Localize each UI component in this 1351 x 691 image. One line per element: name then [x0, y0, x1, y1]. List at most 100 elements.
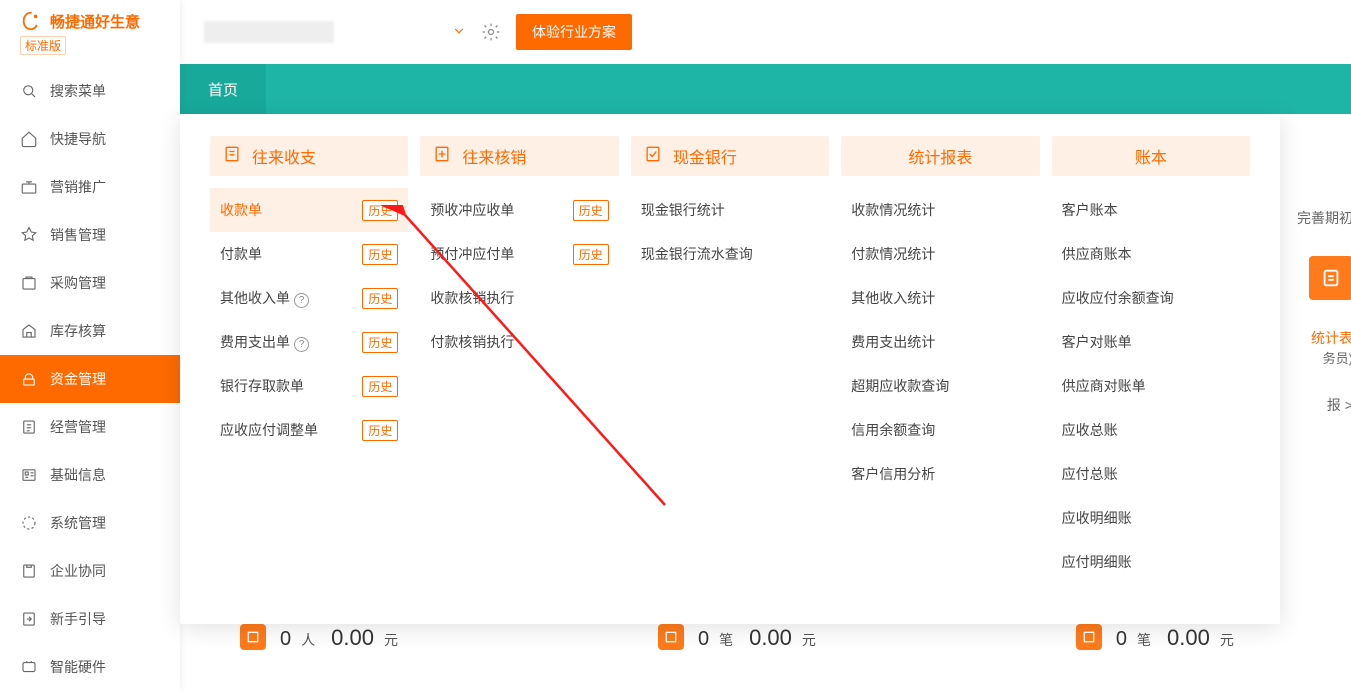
sidebar-item-6[interactable]: 资金管理	[0, 355, 180, 403]
flyout-item[interactable]: 预付冲应付单 历史	[420, 232, 618, 276]
sidebar-item-label: 新手引导	[50, 609, 106, 629]
flyout-item[interactable]: 付款核销执行	[420, 320, 618, 364]
help-icon[interactable]: ?	[294, 293, 309, 308]
flyout-item[interactable]: 应收明细账	[1052, 496, 1250, 540]
col-header-icon	[432, 144, 452, 169]
history-tag[interactable]: 历史	[573, 244, 609, 265]
sidebar-item-label: 智能硬件	[50, 657, 106, 677]
flyout-item[interactable]: 银行存取款单历史	[210, 364, 408, 408]
sidebar: 畅捷通好生意 标准版 搜索菜单快捷导航营销推广销售管理采购管理库存核算资金管理经…	[0, 0, 180, 691]
brand-name: 畅捷通好生意	[50, 11, 140, 32]
flyout-item[interactable]: 应付明细账	[1052, 540, 1250, 584]
stats-row: 0人0.00元0笔0.00元0笔0.00元	[240, 624, 1331, 651]
stat-number: 0	[698, 628, 709, 651]
flyout-item[interactable]: 应收应付余额查询	[1052, 276, 1250, 320]
sidebar-item-9[interactable]: 系统管理	[0, 499, 180, 547]
flyout-item[interactable]: 收款单历史	[210, 188, 408, 232]
stat-amount: 0.00	[1167, 625, 1210, 651]
flyout-item[interactable]: 付款情况统计	[841, 232, 1039, 276]
flyout-item[interactable]: 应收总账	[1052, 408, 1250, 452]
history-tag[interactable]: 历史	[362, 332, 398, 353]
stat-block-2: 0笔0.00元	[1076, 624, 1234, 651]
flyout-item-label: 其他收入统计	[851, 288, 935, 308]
flyout-item-label: 供应商对账单	[1062, 376, 1146, 396]
report-more-link[interactable]: 报 >	[1327, 391, 1351, 419]
history-tag[interactable]: 历史	[362, 244, 398, 265]
flyout-item[interactable]: 收款核销执行	[420, 276, 618, 320]
flyout-item[interactable]: 供应商对账单	[1052, 364, 1250, 408]
flyout-item[interactable]: 应收应付调整单历史	[210, 408, 408, 452]
sidebar-item-icon	[20, 226, 38, 244]
sidebar-item-icon	[20, 610, 38, 628]
flyout-item-label: 收款核销执行	[430, 288, 514, 308]
flyout-item[interactable]: 其他收入统计	[841, 276, 1039, 320]
sidebar-item-0[interactable]: 搜索菜单	[0, 67, 180, 115]
flyout-item[interactable]: 其他收入单?历史	[210, 276, 408, 320]
flyout-col-1: 往来核销预收冲应收单历史预付冲应付单历史收款核销执行付款核销执行	[420, 136, 618, 602]
history-tag[interactable]: 历史	[573, 200, 609, 221]
sidebar-item-12[interactable]: 智能硬件	[0, 643, 180, 691]
flyout-col-0: 往来收支收款单历史付款单历史其他收入单?历史费用支出单?历史银行存取款单历史应收…	[210, 136, 408, 602]
history-tag[interactable]: 历史	[362, 200, 398, 221]
flyout-item[interactable]: 超期应收款查询	[841, 364, 1039, 408]
sidebar-item-label: 经营管理	[50, 417, 106, 437]
stat-amount: 0.00	[331, 625, 374, 651]
flyout-item[interactable]: 信用余额查询	[841, 408, 1039, 452]
sidebar-item-icon	[20, 658, 38, 676]
sidebar-item-8[interactable]: 基础信息	[0, 451, 180, 499]
floating-report-icon[interactable]	[1309, 256, 1351, 300]
flyout-col-2: 现金银行现金银行统计现金银行流水查询	[631, 136, 829, 602]
complete-opening-link[interactable]: 完善期初	[1297, 204, 1351, 232]
flyout-item[interactable]: 现金银行统计	[631, 188, 829, 232]
sidebar-item-icon	[20, 466, 38, 484]
flyout-item[interactable]: 付款单历史	[210, 232, 408, 276]
flyout-item[interactable]: 现金银行流水查询	[631, 232, 829, 276]
sidebar-item-2[interactable]: 营销推广	[0, 163, 180, 211]
flyout-item[interactable]: 供应商账本	[1052, 232, 1250, 276]
flyout-item-label: 信用余额查询	[851, 420, 935, 440]
sidebar-item-label: 资金管理	[50, 369, 106, 389]
flyout-col-header: 往来收支	[210, 136, 408, 176]
flyout-item[interactable]: 费用支出单?历史	[210, 320, 408, 364]
experience-plan-button[interactable]: 体验行业方案	[516, 14, 632, 50]
history-tag[interactable]: 历史	[362, 376, 398, 397]
stats-hint[interactable]: 统计表 务员)	[1311, 328, 1351, 367]
sidebar-item-label: 快捷导航	[50, 129, 106, 149]
stat-amount: 0.00	[749, 625, 792, 651]
sidebar-item-4[interactable]: 采购管理	[0, 259, 180, 307]
sidebar-item-11[interactable]: 新手引导	[0, 595, 180, 643]
history-tag[interactable]: 历史	[362, 288, 398, 309]
stat-icon	[1076, 624, 1102, 650]
stat-block-1: 0笔0.00元	[658, 624, 816, 651]
stat-number: 0	[280, 628, 291, 651]
flyout-item[interactable]: 预收冲应收单历史	[420, 188, 618, 232]
sidebar-item-7[interactable]: 经营管理	[0, 403, 180, 451]
tab-home[interactable]: 首页	[180, 64, 266, 114]
settings-gear-icon[interactable]	[480, 21, 502, 43]
stat-currency: 元	[1220, 630, 1234, 650]
history-tag[interactable]: 历史	[362, 420, 398, 441]
sidebar-item-icon	[20, 418, 38, 436]
flyout-item[interactable]: 应付总账	[1052, 452, 1250, 496]
sidebar-item-1[interactable]: 快捷导航	[0, 115, 180, 163]
stat-icon	[658, 624, 684, 650]
flyout-item-label: 预付冲应付单	[430, 244, 514, 264]
flyout-col-4: 账本客户账本供应商账本应收应付余额查询客户对账单供应商对账单应收总账应付总账应收…	[1052, 136, 1250, 602]
sidebar-item-3[interactable]: 销售管理	[0, 211, 180, 259]
col-header-icon	[222, 144, 242, 169]
flyout-item[interactable]: 客户信用分析	[841, 452, 1039, 496]
sidebar-item-5[interactable]: 库存核算	[0, 307, 180, 355]
sidebar-item-label: 采购管理	[50, 273, 106, 293]
flyout-col-header: 统计报表	[841, 136, 1039, 176]
sidebar-item-10[interactable]: 企业协同	[0, 547, 180, 595]
flyout-item[interactable]: 收款情况统计	[841, 188, 1039, 232]
flyout-item[interactable]: 费用支出统计	[841, 320, 1039, 364]
help-icon[interactable]: ?	[294, 337, 309, 352]
flyout-item[interactable]: 客户对账单	[1052, 320, 1250, 364]
flyout-item[interactable]: 客户账本	[1052, 188, 1250, 232]
org-dropdown-caret[interactable]	[452, 24, 466, 41]
sidebar-item-icon	[20, 562, 38, 580]
org-name-redacted	[204, 21, 334, 43]
brand-logo-icon	[20, 10, 42, 32]
flyout-item-label: 应付总账	[1062, 464, 1118, 484]
